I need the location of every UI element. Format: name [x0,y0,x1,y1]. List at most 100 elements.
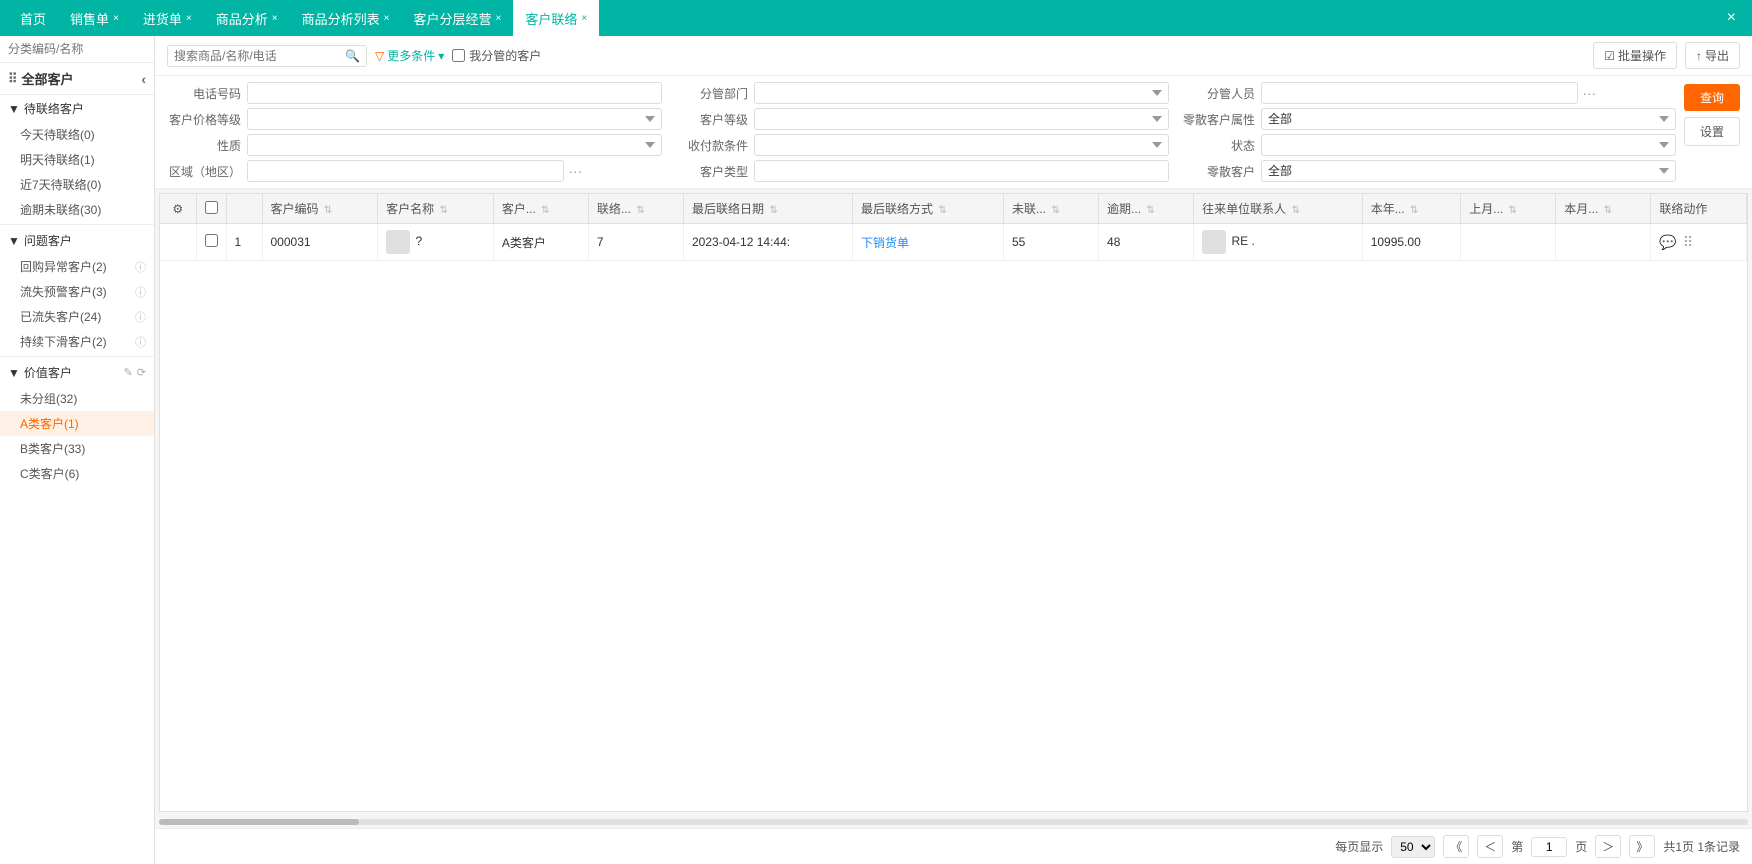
payment-select[interactable] [754,134,1169,156]
last-contact-method-link[interactable]: 下销货单 [861,236,909,250]
advanced-filter: 电话号码 分管部门 分管人员 ··· [155,76,1752,189]
filter-field-region: 区域（地区） ··· [167,160,662,182]
person-dots[interactable]: ··· [1578,85,1600,101]
row-checkbox[interactable] [205,234,218,247]
filter-search-icon[interactable]: 🔍 [345,49,360,63]
col-name[interactable]: 客户名称 ⇅ [378,194,494,224]
my-customers-checkbox[interactable] [452,49,465,62]
close-analysis-tab[interactable]: × [272,13,278,24]
page-number-input[interactable] [1531,837,1567,857]
close-sales-tab[interactable]: × [113,13,119,24]
tab-purchase[interactable]: 进货单 × [131,0,204,36]
sidebar-item-class-a[interactable]: A类客户(1) [0,411,154,436]
col-overdue[interactable]: 逾期... ⇅ [1099,194,1194,224]
col-unit-contacts[interactable]: 往来单位联系人 ⇅ [1194,194,1363,224]
col-last-contact-method[interactable]: 最后联络方式 ⇅ [853,194,1004,224]
sidebar-group-problem-customer[interactable]: ▼ 问题客户 [0,227,154,254]
sidebar-all-customers-label[interactable]: 全部客户 [22,69,74,88]
sidebar-item-lost[interactable]: 已流失客户(24) ⓘ [0,304,154,329]
close-purchase-tab[interactable]: × [186,13,192,24]
qr-icon[interactable]: ⠿ [1683,234,1693,251]
nav-home[interactable]: 首页 [8,9,58,28]
loss-warning-info-icon[interactable]: ⓘ [135,284,146,300]
col-customer-type[interactable]: 客户... ⇅ [493,194,588,224]
my-customers-checkbox-group: 我分管的客户 [452,47,541,64]
select-all-checkbox[interactable] [205,201,218,214]
lost-info-icon[interactable]: ⓘ [135,309,146,325]
first-page-button[interactable]: 《 [1443,835,1469,858]
last-page-button[interactable]: 》 [1629,835,1655,858]
filter-search-input[interactable] [174,49,341,63]
dept-select[interactable] [754,82,1169,104]
col-this-year[interactable]: 本年... ⇅ [1362,194,1461,224]
sidebar-group-value-customer[interactable]: ▼ 价值客户 ✎ ⟳ [0,359,154,386]
settings-button[interactable]: 设置 [1684,117,1740,146]
page-size-select[interactable]: 50 [1391,836,1435,858]
sidebar-item-class-b[interactable]: B类客户(33) [0,436,154,461]
sidebar-search-input[interactable] [8,42,155,56]
status-select[interactable] [1261,134,1676,156]
filter-field-phone: 电话号码 [167,82,662,104]
value-customer-add-icon[interactable]: ⟳ [137,366,146,379]
col-code[interactable]: 客户编码 ⇅ [262,194,378,224]
close-analysis-list-tab[interactable]: × [384,13,390,24]
horizontal-scrollbar[interactable] [155,816,1752,828]
col-this-month[interactable]: 本月... ⇅ [1556,194,1651,224]
sidebar-item-today[interactable]: 今天待联络(0) [0,122,154,147]
value-customer-edit-icon[interactable]: ✎ [124,366,133,379]
query-button[interactable]: 查询 [1684,84,1740,111]
divider-2 [0,356,154,357]
sidebar-item-loss-warning[interactable]: 流失预警客户(3) ⓘ [0,279,154,304]
col-settings[interactable]: ⚙ [160,194,196,224]
person-input[interactable] [1261,82,1578,104]
top-nav: 首页 销售单 × 进货单 × 商品分析 × 商品分析列表 × 客户分层经营 × … [0,0,1752,36]
customer-level-select[interactable] [754,108,1169,130]
my-customers-label: 我分管的客户 [469,47,541,64]
sidebar-item-repurchase-abnormal[interactable]: 回购异常客户(2) ⓘ [0,254,154,279]
sidebar-item-tomorrow[interactable]: 明天待联络(1) [0,147,154,172]
sidebar-item-unclassified[interactable]: 未分组(32) [0,386,154,411]
scatter-label: 零散客户 [1181,163,1261,180]
price-level-select[interactable] [247,108,662,130]
close-customer-segment-tab[interactable]: × [495,13,501,24]
sidebar-item-week[interactable]: 近7天待联络(0) [0,172,154,197]
row-this-month-cell [1556,224,1651,261]
region-input[interactable] [247,160,564,182]
sidebar-group-pending-contact[interactable]: ▼ 待联络客户 [0,95,154,122]
phone-input[interactable] [247,82,662,104]
filter-row-3: 性质 收付款条件 状态 [167,134,1676,156]
export-button[interactable]: ↑ 导出 [1685,42,1740,69]
row-customer-type-cell: A类客户 [493,224,588,261]
sidebar-item-overdue[interactable]: 逾期未联络(30) [0,197,154,222]
customer-type-input[interactable] [754,160,1169,182]
close-customer-contact-tab[interactable]: × [581,13,587,24]
scatter-attr-select[interactable]: 全部 [1261,108,1676,130]
sidebar-item-class-c[interactable]: C类客户(6) [0,461,154,486]
row-checkbox-cell [196,224,226,261]
nature-select[interactable] [247,134,662,156]
chat-icon[interactable]: 💬 [1659,234,1676,251]
region-dots[interactable]: ··· [564,163,586,179]
batch-operation-button[interactable]: ☑ 批量操作 [1593,42,1677,69]
continuous-decline-info-icon[interactable]: ⓘ [135,334,146,350]
tab-analysis-list[interactable]: 商品分析列表 × [290,0,402,36]
col-last-month[interactable]: 上月... ⇅ [1461,194,1556,224]
next-page-button[interactable]: ＞ [1595,835,1621,858]
scrollbar-thumb[interactable] [159,819,359,825]
sidebar-item-continuous-decline[interactable]: 持续下滑客户(2) ⓘ [0,329,154,354]
table-area: ⚙ 客户编码 ⇅ 客户名称 ⇅ [159,193,1748,812]
close-all-tabs[interactable]: × [1719,9,1744,27]
prev-page-button[interactable]: ＜ [1477,835,1503,858]
total-records-label: 共1页 1条记录 [1663,838,1740,855]
tab-customer-contact[interactable]: 客户联络 × [513,0,599,36]
repurchase-info-icon[interactable]: ⓘ [135,259,146,275]
filter-more-conditions[interactable]: ▽ 更多条件 ▾ [375,47,444,64]
col-no-contact[interactable]: 未联... ⇅ [1003,194,1098,224]
tab-sales[interactable]: 销售单 × [58,0,131,36]
tab-analysis[interactable]: 商品分析 × [204,0,290,36]
scatter-select[interactable]: 全部 [1261,160,1676,182]
tab-customer-segment[interactable]: 客户分层经营 × [401,0,513,36]
col-last-contact-date[interactable]: 最后联络日期 ⇅ [684,194,853,224]
sidebar-collapse-icon[interactable]: ‹ [141,71,146,87]
col-contact[interactable]: 联络... ⇅ [588,194,683,224]
